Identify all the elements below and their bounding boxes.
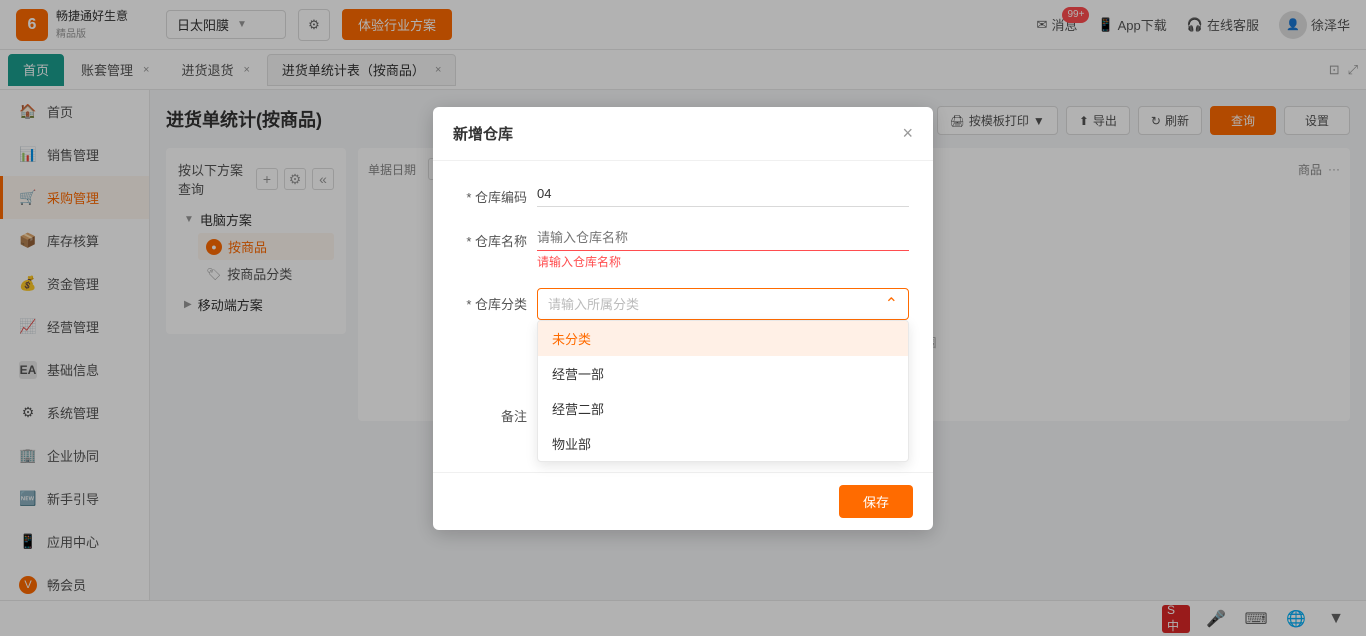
- name-field-wrapper: 请输入仓库名称: [537, 225, 909, 270]
- category-placeholder: 请输入所属分类: [548, 294, 885, 313]
- modal-title: 新增仓库: [453, 123, 513, 144]
- modal-body: * 仓库编码 * 仓库名称 请输入仓库名称 * 仓库分类 请输入所属分类: [433, 161, 933, 472]
- category-arrow-icon: ⌃: [885, 294, 898, 314]
- category-label: * 仓库分类: [457, 288, 537, 313]
- form-row-code: * 仓库编码: [457, 181, 909, 207]
- dropdown-item-unclassified[interactable]: 未分类: [538, 321, 908, 356]
- form-row-category: * 仓库分类 请输入所属分类 ⌃ 未分类 经营一部 经营二部 物业部: [457, 288, 909, 320]
- modal-close-button[interactable]: ×: [902, 124, 913, 142]
- notes-label: 备注: [457, 400, 537, 425]
- category-field-wrapper: 请输入所属分类 ⌃ 未分类 经营一部 经营二部 物业部: [537, 288, 909, 320]
- save-button[interactable]: 保存: [839, 485, 913, 518]
- form-row-name: * 仓库名称 请输入仓库名称: [457, 225, 909, 270]
- dropdown-item-dept2[interactable]: 经营二部: [538, 391, 908, 426]
- name-input[interactable]: [537, 225, 909, 251]
- modal-header: 新增仓库 ×: [433, 107, 933, 161]
- code-label: * 仓库编码: [457, 181, 537, 206]
- code-field-wrapper: [537, 181, 909, 207]
- name-error-message: 请输入仓库名称: [537, 253, 909, 270]
- dropdown-item-dept1[interactable]: 经营一部: [538, 356, 908, 391]
- code-input[interactable]: [537, 181, 909, 207]
- new-warehouse-modal: 新增仓库 × * 仓库编码 * 仓库名称 请输入仓库名称 * 仓库: [433, 107, 933, 530]
- category-dropdown: 未分类 经营一部 经营二部 物业部: [537, 320, 909, 462]
- modal-footer: 保存: [433, 472, 933, 530]
- name-label: * 仓库名称: [457, 225, 537, 250]
- modal-overlay: 新增仓库 × * 仓库编码 * 仓库名称 请输入仓库名称 * 仓库: [0, 0, 1366, 636]
- category-select-trigger[interactable]: 请输入所属分类 ⌃: [537, 288, 909, 320]
- dropdown-item-property[interactable]: 物业部: [538, 426, 908, 461]
